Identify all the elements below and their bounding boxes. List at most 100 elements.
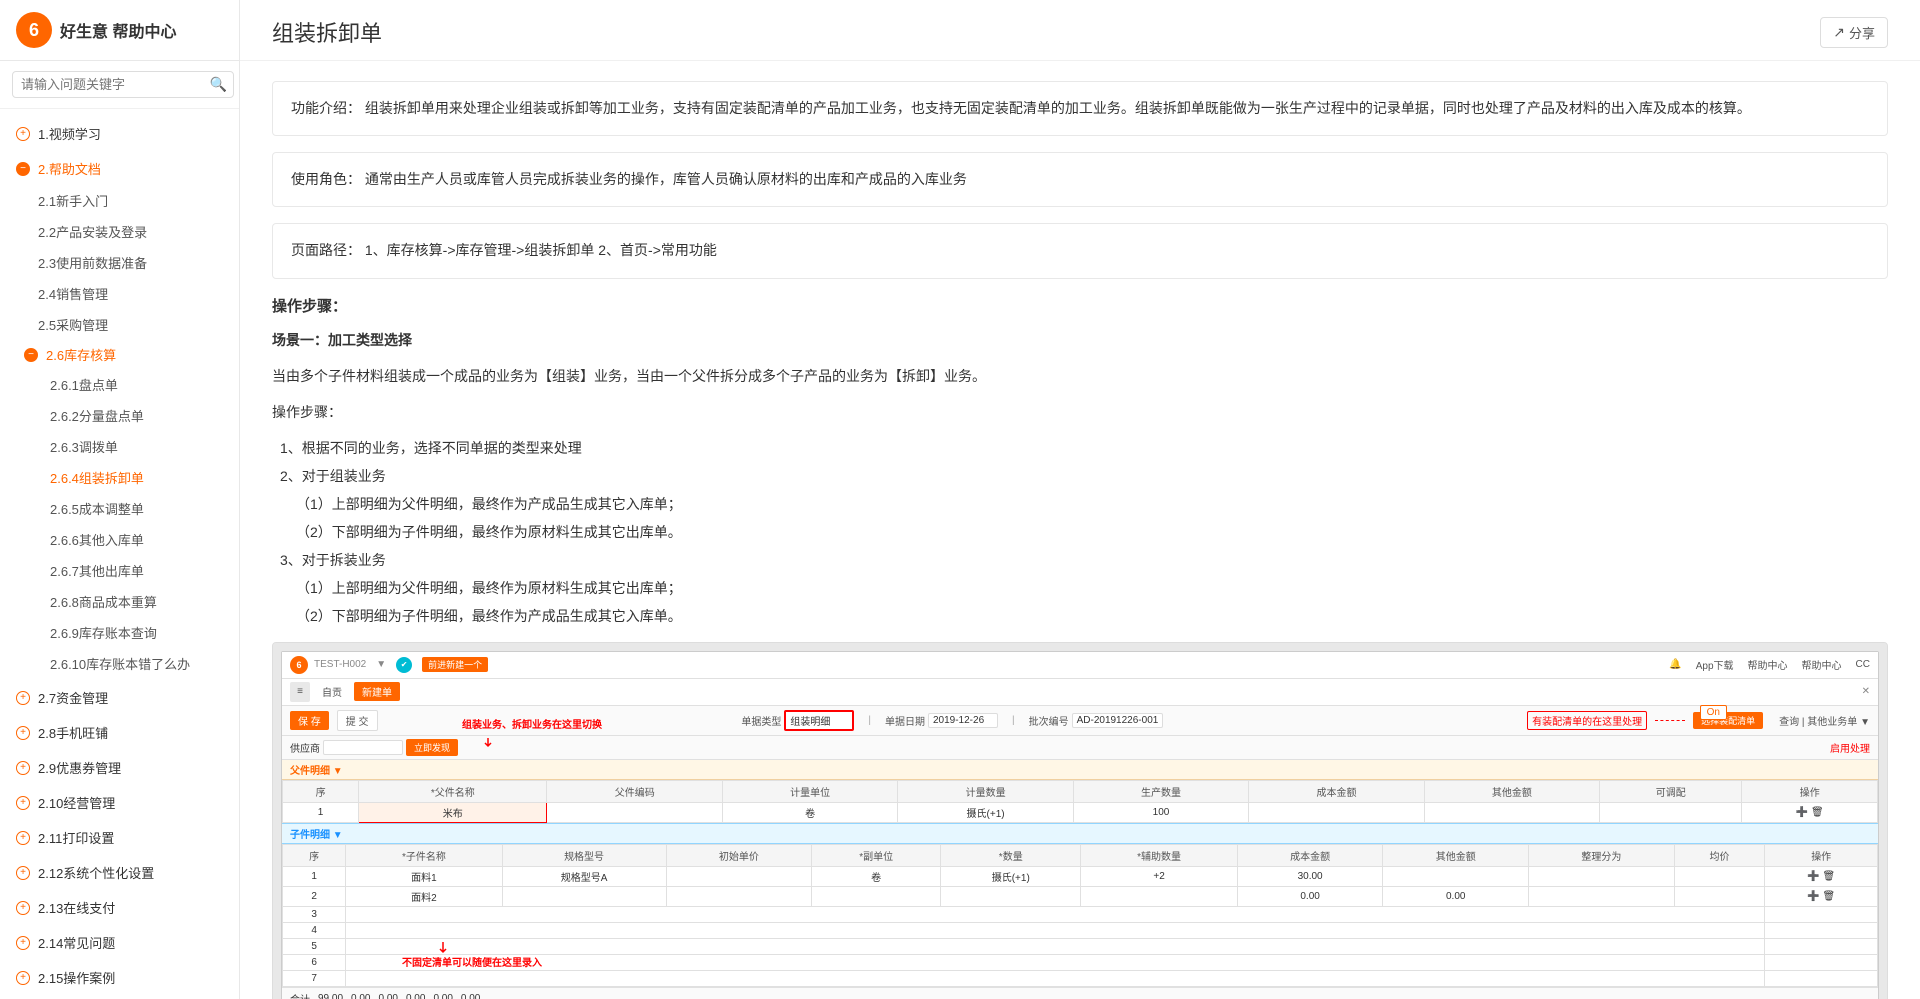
nav-section-2-13-header[interactable]: + 2.13在线支付 [0,891,239,924]
lower-row2-add-icon[interactable]: ➕ [1807,891,1819,902]
lower-td-avg-1 [1674,866,1765,886]
lower-td-seq-3: 3 [283,906,346,922]
new-doc-button[interactable]: 前进新建一个 [422,657,488,672]
lower-td-name-2: 面料2 [346,886,502,906]
expand-icon-2-7: + [16,691,30,705]
sidebar-logo: 6 好生意 帮助中心 [0,0,239,61]
ops-steps-sub-title: 操作步骤： [272,398,1888,426]
app-save-button[interactable]: 保 存 [290,711,329,730]
path-block: 页面路径： 1、库存核算->库存管理->组装拆卸单 2、首页->常用功能 [272,223,1888,278]
lower-td-empty-4 [346,922,1765,938]
search-input[interactable] [12,71,234,98]
sidebar-item-2-6-6[interactable]: 2.6.6其他入库单 [12,524,239,555]
sidebar-item-2-6-2[interactable]: 2.6.2分量盘点单 [12,400,239,431]
app-date-value[interactable]: 2019-12-26 [928,713,998,728]
app-download-label: App下载 [1696,657,1734,672]
nav-section-2-13: + 2.13在线支付 [0,891,239,924]
nav-section-video-header[interactable]: + 1.视频学习 [0,117,239,150]
app-topbar: 6 TEST-H002 ▼ ✔ 前进新建一个 🔔 App下载 帮助中心 帮助中心… [282,652,1878,679]
sidebar-item-2-6-8[interactable]: 2.6.8商品成本重算 [12,586,239,617]
lower-td-empty-3 [346,906,1765,922]
sidebar-item-2-4[interactable]: 2.4销售管理 [0,278,239,309]
step2-sub2: （2）下部明细为子件明细，最终作为原材料生成其它出库单。 [296,518,1888,546]
sidebar-item-2-3[interactable]: 2.3使用前数据准备 [0,247,239,278]
lower-table-row-5: 5 [283,938,1878,954]
share-button[interactable]: ↗ 分享 [1820,17,1888,48]
sidebar-item-2-6-3[interactable]: 2.6.3调拨单 [12,431,239,462]
lower-th-2: 规格型号 [502,844,666,866]
step1: 1、根据不同的业务，选择不同单据的类型来处理 [280,434,1888,462]
bottom-val2: 0.00 [351,993,370,999]
app-doctype-value[interactable]: 组装明细 [784,710,854,731]
nav-section-2-10-header[interactable]: + 2.10经营管理 [0,786,239,819]
lower-td-action-2: ➕ 🗑 [1765,886,1878,906]
expand-icon-2-12: + [16,866,30,880]
lower-td-auxqty-2 [1081,886,1237,906]
app-supplier-input[interactable] [323,740,403,755]
lower-td-action-4 [1765,922,1878,938]
bottom-val3: 0.00 [379,993,398,999]
app-sidebar-toggle[interactable]: ≡ [290,682,310,702]
lower-td-other-1 [1383,866,1529,886]
nav-section-2-9-header[interactable]: + 2.9优惠券管理 [0,751,239,784]
annotation-free-entry-label: 不固定清单可以随便在这里录入 [402,954,542,969]
lower-row2-del-icon[interactable]: 🗑 [1822,891,1835,902]
lower-td-action-6 [1765,954,1878,970]
expand-icon-2-8: + [16,726,30,740]
sidebar-item-2-5[interactable]: 2.5采购管理 [0,309,239,340]
nav-section-2-6-header[interactable]: − 2.6库存核算 [0,340,239,369]
lower-td-seq-6: 6 [283,954,346,970]
lower-td-action-7 [1765,970,1878,986]
lower-row1-del-icon[interactable]: 🗑 [1822,871,1835,882]
field-separator-1: | [868,715,871,726]
lower-th-8: 其他金额 [1383,844,1529,866]
app-tab-home[interactable]: 自贡 [314,682,350,701]
upper-row-del-icon[interactable]: 🗑 [1811,807,1824,818]
sidebar-item-2-6-10[interactable]: 2.6.10库存账本错了么办 [12,648,239,679]
sidebar-item-2-2[interactable]: 2.2产品安装及登录 [0,216,239,247]
upper-row-add-icon[interactable]: ➕ [1796,807,1808,818]
app-name: 好生意 帮助中心 [60,18,176,42]
step3-sub2: （2）下部明细为子件明细，最终作为产成品生成其它入库单。 [296,602,1888,630]
app-tab-new[interactable]: 新建单 [354,682,400,701]
app-submit-button[interactable]: 提 交 [337,710,378,731]
nav-section-video: + 1.视频学习 [0,117,239,150]
nav-section-2-14-header[interactable]: + 2.14常见问题 [0,926,239,959]
app-close-icon[interactable]: ✕ [1862,686,1870,697]
annotation-arrow-1 [1655,720,1685,721]
upper-th-9: 可调配 [1600,780,1742,802]
app-search-submit-button[interactable]: 立即发现 [406,739,458,756]
nav-section-2-14-label: 2.14常见问题 [38,933,115,952]
lower-table-row-1: 1 面料1 规格型号A 卷 摄氏(+1) +2 30.00 [283,866,1878,886]
upper-table-container: 序 *父件名称 父件编码 计量单位 计量数量 生产数量 成本金额 其他金额 可调… [282,780,1878,823]
sidebar-item-2-6-5[interactable]: 2.6.5成本调整单 [12,493,239,524]
upper-table-label: 父件明细 ▼ [282,760,1878,780]
nav-section-2-11-header[interactable]: + 2.11打印设置 [0,821,239,854]
nav-section-2-12-header[interactable]: + 2.12系统个性化设置 [0,856,239,889]
sidebar-item-2-6-7[interactable]: 2.6.7其他出库单 [12,555,239,586]
sidebar-item-2-6-9[interactable]: 2.6.9库存账本查询 [12,617,239,648]
upper-td-other-1 [1424,802,1599,822]
lower-td-cost-2: 0.00 [1237,886,1383,906]
sidebar-item-2-6-1[interactable]: 2.6.1盘点单 [12,369,239,400]
lower-td-seq-7: 7 [283,970,346,986]
step3: 3、对于拆装业务 [280,546,1888,574]
sidebar-item-2-1[interactable]: 2.1新手入门 [0,185,239,216]
nav-section-2-7-header[interactable]: + 2.7资金管理 [0,681,239,714]
nav-section-2-14: + 2.14常见问题 [0,926,239,959]
upper-td-code-1 [547,802,722,822]
app-search-row: 供应商 立即发现 启用处理 组装业务、拆卸业务在这里切换 [282,736,1878,760]
nav-section-2-8-header[interactable]: + 2.8手机旺铺 [0,716,239,749]
lower-td-qty-1: 摄氏(+1) [941,866,1081,886]
nav-section-docs-header[interactable]: − 2.帮助文档 [0,152,239,185]
app-batch-value[interactable]: AD-20191226-001 [1072,713,1164,728]
main-content: 功能介绍： 组装拆卸单用来处理企业组装或拆卸等加工业务，支持有固定装配清单的产品… [240,61,1920,999]
lower-row1-add-icon[interactable]: ➕ [1807,871,1819,882]
search-icon[interactable]: 🔍 [210,76,227,93]
sidebar-item-2-6-4[interactable]: 2.6.4组装拆卸单 [12,462,239,493]
logo-icon: 6 [16,12,52,48]
step2-sub1: （1）上部明细为父件明细，最终作为产成品生成其它入库单； [296,490,1888,518]
nav-section-2-15-header[interactable]: + 2.15操作案例 [0,961,239,994]
upper-th-1: 序 [283,780,359,802]
step3-sub1: （1）上部明细为父件明细，最终作为原材料生成其它出库单； [296,574,1888,602]
